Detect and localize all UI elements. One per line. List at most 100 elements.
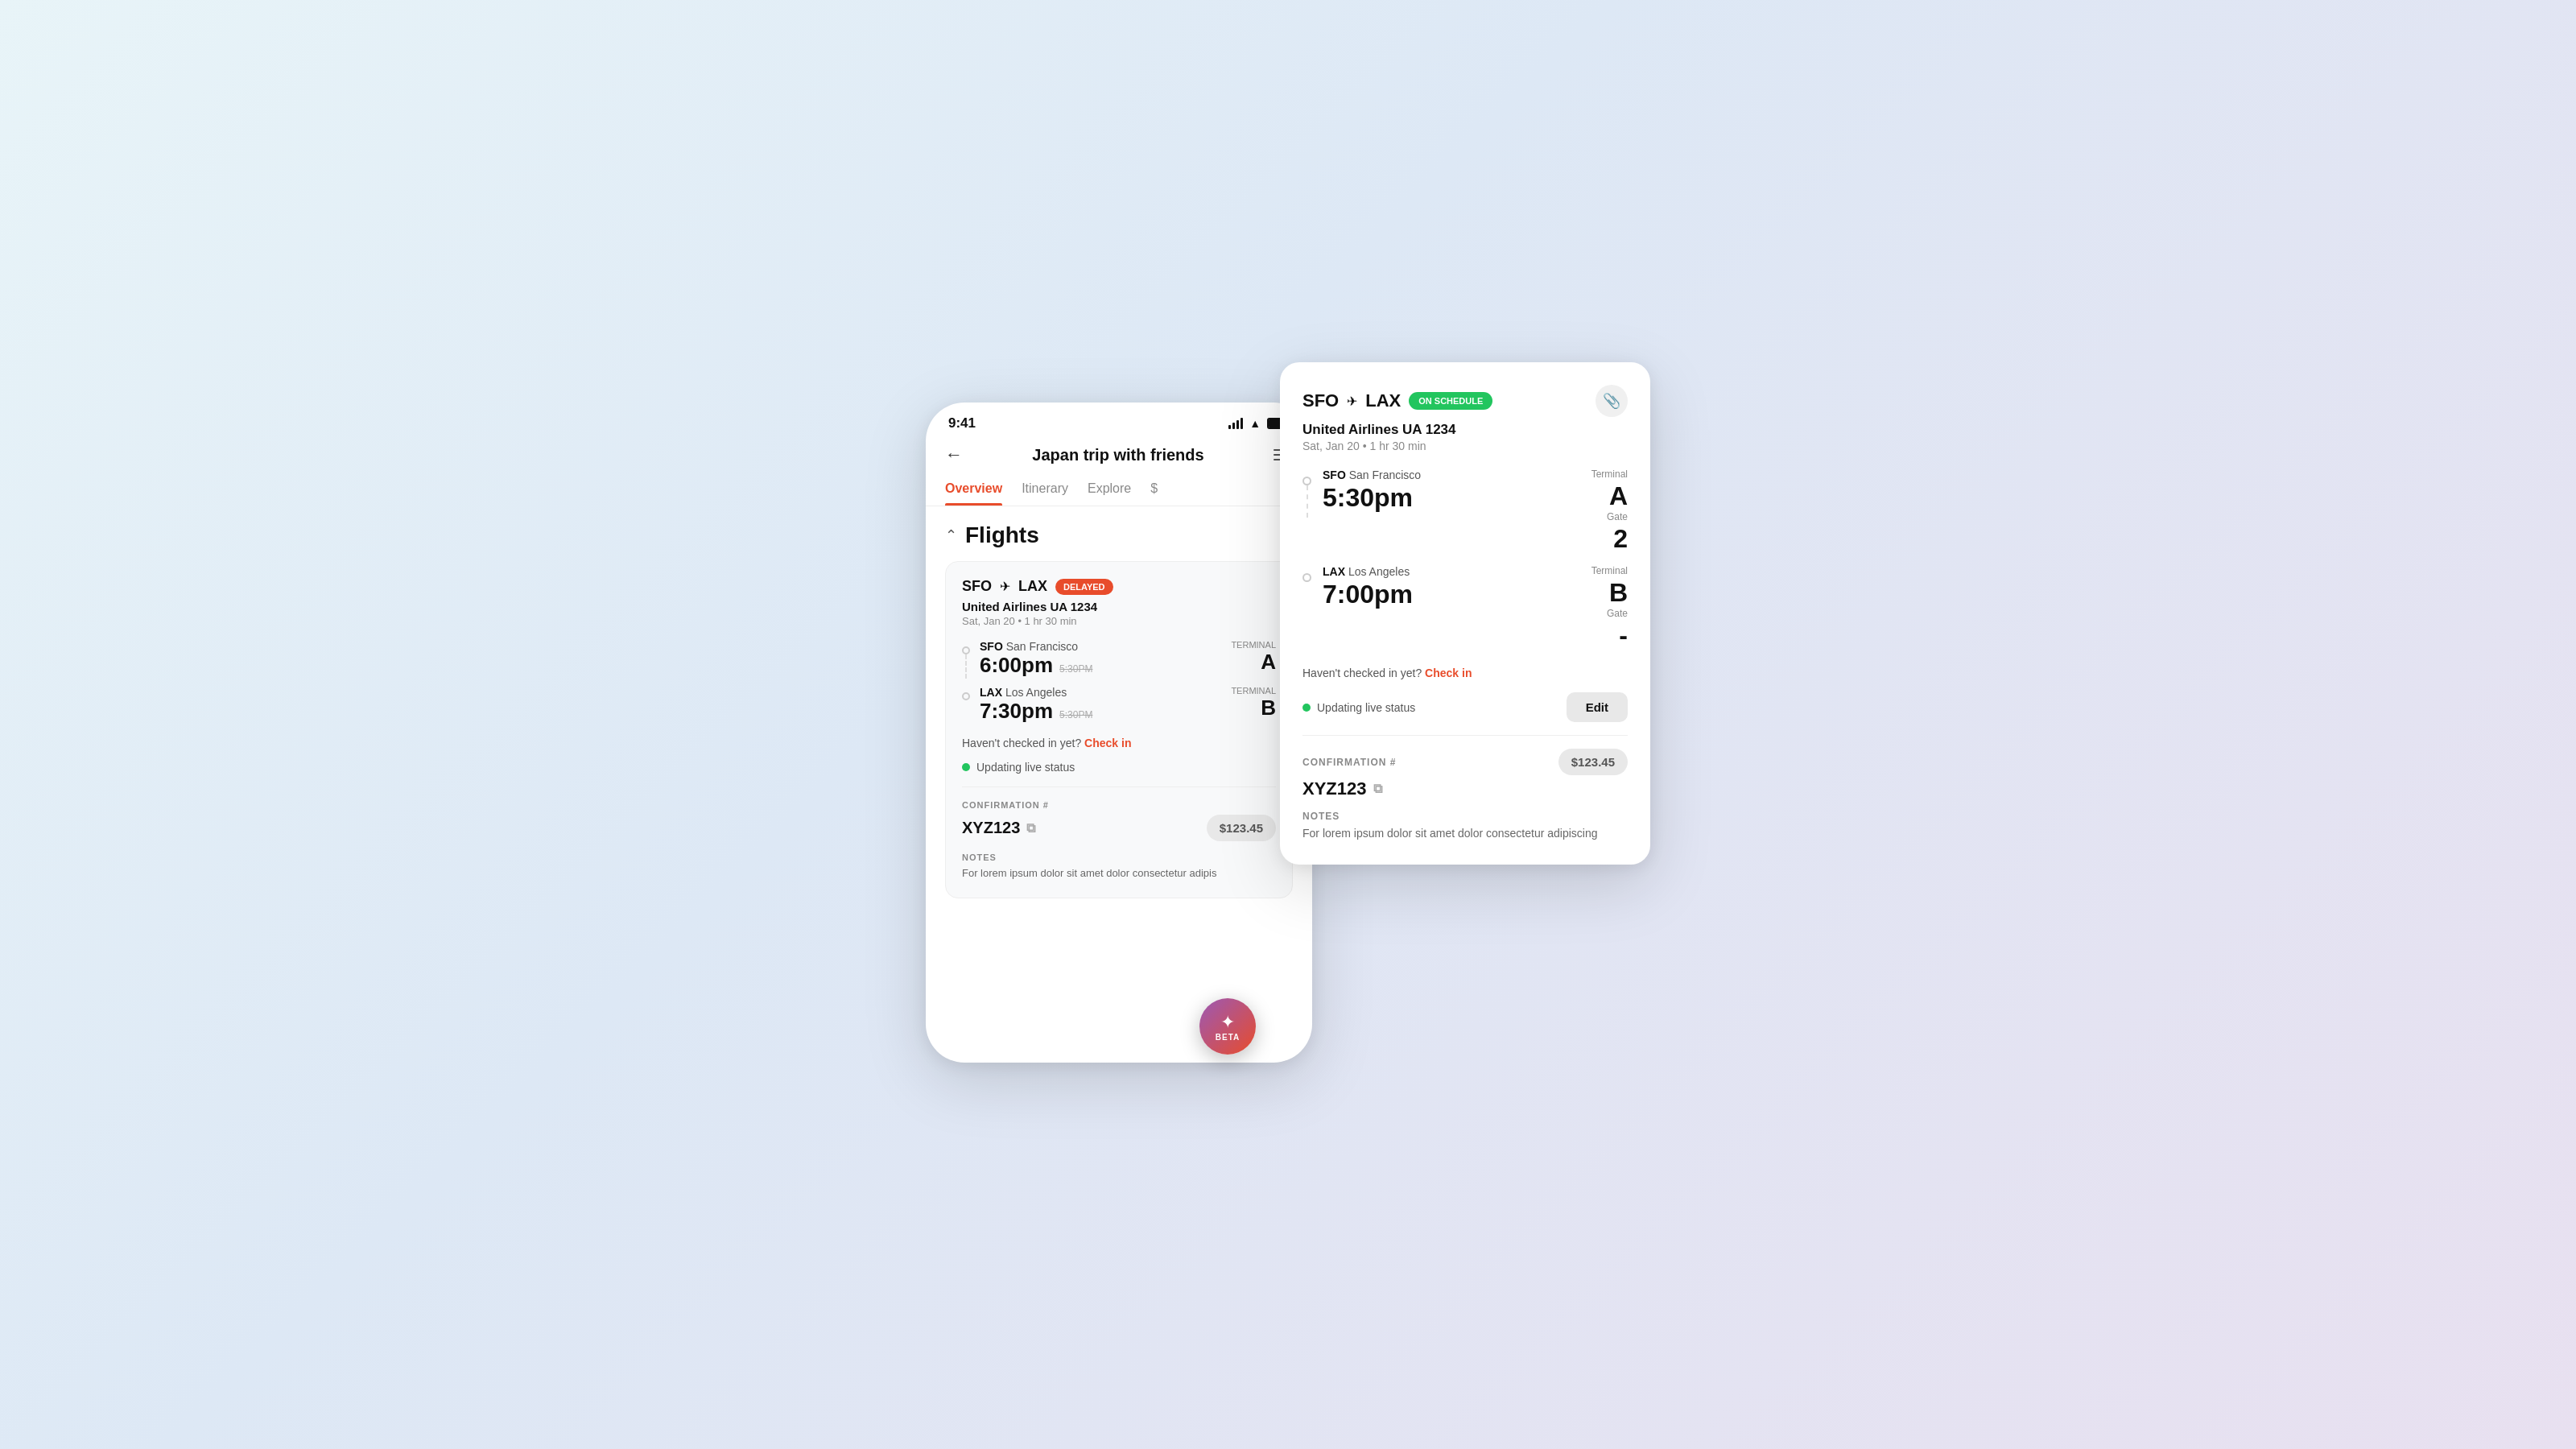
detail-plane-icon: ✈: [1347, 394, 1357, 409]
stop-line: [965, 654, 967, 679]
detail-date: Sat, Jan 20 • 1 hr 30 min: [1302, 440, 1628, 452]
collapse-icon[interactable]: ⌃: [945, 526, 957, 544]
notes-label: NOTES: [962, 852, 1276, 862]
detail-terminal-val: A: [1591, 481, 1628, 511]
detail-conf-label: CONFIRMATION #: [1302, 757, 1396, 768]
departure-row: SFO San Francisco 6:00pm 5:30PM Terminal…: [962, 640, 1276, 678]
detail-live-row: Updating live status Edit: [1302, 692, 1628, 722]
detail-arrival-info: LAX Los Angeles 7:00pm: [1323, 565, 1591, 609]
confirmation-number: XYZ123 ⧉: [962, 819, 1035, 837]
on-schedule-badge: ON SCHEDULE: [1409, 392, 1492, 410]
detail-conf-number: XYZ123 ⧉: [1302, 778, 1628, 799]
detail-card: SFO ✈ LAX ON SCHEDULE 📎 United Airlines …: [1280, 362, 1650, 865]
status-badge: DELAYED: [1055, 579, 1113, 595]
detail-arrival-terminal-val: B: [1591, 578, 1628, 608]
tab-bar: Overview Itinerary Explore $: [926, 475, 1312, 506]
detail-departure-time: 5:30pm: [1323, 483, 1591, 513]
airline-name: United Airlines UA 1234: [962, 600, 1276, 613]
detail-gate-val: 2: [1591, 524, 1628, 554]
detail-divider: [1302, 735, 1628, 736]
status-bar: 9:41 ▲: [926, 402, 1312, 438]
detail-route: SFO ✈ LAX ON SCHEDULE: [1302, 390, 1492, 411]
beta-label: BETA: [1216, 1033, 1240, 1042]
detail-departure-row: SFO San Francisco 5:30pm Terminal A Gate…: [1302, 469, 1628, 554]
detail-copy-icon[interactable]: ⧉: [1373, 782, 1382, 796]
live-status-row: Updating live status: [962, 761, 1276, 774]
signal-icon: [1228, 418, 1243, 429]
tab-itinerary[interactable]: Itinerary: [1022, 475, 1068, 506]
page-title: Japan trip with friends: [1032, 446, 1203, 464]
departure-terminal: Terminal A: [1231, 640, 1276, 675]
detail-live-text: Updating live status: [1317, 701, 1415, 714]
arrival-terminal-value: B: [1231, 696, 1276, 720]
departure-time: 6:00pm: [980, 653, 1053, 678]
departure-original-time: 5:30PM: [1059, 663, 1092, 675]
confirmation-section: CONFIRMATION # XYZ123 ⧉ $123.45: [962, 800, 1276, 841]
tab-explore[interactable]: Explore: [1088, 475, 1131, 506]
check-in-link[interactable]: Check in: [1084, 737, 1131, 749]
arrival-info: LAX Los Angeles 7:30pm 5:30PM: [980, 686, 1231, 724]
departure-dot: [962, 646, 970, 654]
nav-bar: ← Japan trip with friends: [926, 438, 1312, 475]
arrival-time: 7:30pm: [980, 699, 1053, 724]
notes-text: For lorem ipsum dolor sit amet dolor con…: [962, 865, 1276, 881]
flight-card[interactable]: SFO ✈ LAX DELAYED United Airlines UA 123…: [945, 561, 1293, 898]
detail-arrival-label: LAX Los Angeles: [1323, 565, 1591, 578]
detail-arrival-gate-val: -: [1591, 621, 1628, 650]
detail-departure-label: SFO San Francisco: [1323, 469, 1591, 481]
detail-live-status: Updating live status: [1302, 701, 1415, 714]
attach-button[interactable]: 📎: [1596, 385, 1628, 417]
copy-icon[interactable]: ⧉: [1026, 821, 1035, 836]
detail-arrival-row: LAX Los Angeles 7:00pm Terminal B Gate -: [1302, 565, 1628, 650]
check-in-row: Haven't checked in yet? Check in: [962, 737, 1276, 749]
departure-time-row: 6:00pm 5:30PM: [980, 653, 1231, 678]
detail-departure-info: SFO San Francisco 5:30pm: [1323, 469, 1591, 513]
back-button[interactable]: ←: [945, 444, 963, 465]
notes-section: NOTES For lorem ipsum dolor sit amet dol…: [962, 852, 1276, 881]
detail-airline: United Airlines UA 1234: [1302, 422, 1628, 438]
card-divider: [962, 786, 1276, 787]
departure-terminal-value: A: [1231, 650, 1276, 675]
detail-departure-dot: [1302, 477, 1311, 485]
detail-arrival-time: 7:00pm: [1323, 580, 1591, 609]
detail-notes-text: For lorem ipsum dolor sit amet dolor con…: [1302, 825, 1628, 842]
live-status-text: Updating live status: [976, 761, 1075, 774]
edit-button[interactable]: Edit: [1567, 692, 1628, 722]
detail-dest: LAX: [1365, 390, 1401, 411]
confirmation-label: CONFIRMATION #: [962, 800, 1276, 810]
status-time: 9:41: [948, 415, 976, 431]
plane-icon: ✈: [1000, 579, 1010, 594]
detail-stops: SFO San Francisco 5:30pm Terminal A Gate…: [1302, 469, 1628, 650]
departure-label: SFO San Francisco: [980, 640, 1231, 653]
departure-info: SFO San Francisco 6:00pm 5:30PM: [980, 640, 1231, 678]
tab-cost[interactable]: $: [1150, 475, 1158, 506]
origin-code: SFO: [962, 578, 992, 595]
tab-overview[interactable]: Overview: [945, 475, 1002, 506]
arrival-original-time: 5:30PM: [1059, 709, 1092, 720]
attach-icon: 📎: [1603, 392, 1620, 410]
live-status-dot: [962, 763, 970, 771]
detail-check-in-link[interactable]: Check in: [1425, 667, 1472, 679]
detail-header: SFO ✈ LAX ON SCHEDULE 📎: [1302, 385, 1628, 417]
beta-icon: ✦: [1220, 1012, 1235, 1033]
arrival-dot: [962, 692, 970, 700]
flights-section-header: ⌃ Flights: [945, 522, 1293, 548]
beta-button[interactable]: ✦ BETA: [1199, 998, 1256, 1055]
flight-route: SFO ✈ LAX DELAYED: [962, 578, 1276, 595]
flight-stops: SFO San Francisco 6:00pm 5:30PM Terminal…: [962, 640, 1276, 724]
flights-title: Flights: [965, 522, 1039, 548]
arrival-label: LAX Los Angeles: [980, 686, 1231, 699]
arrival-time-row: 7:30pm 5:30PM: [980, 699, 1231, 724]
arrival-terminal: Terminal B: [1231, 686, 1276, 720]
price-badge: $123.45: [1207, 815, 1276, 841]
detail-conf-row: CONFIRMATION # $123.45: [1302, 749, 1628, 775]
detail-notes-label: NOTES: [1302, 811, 1628, 822]
dest-code: LAX: [1018, 578, 1047, 595]
detail-arrival-terminal: Terminal B Gate -: [1591, 565, 1628, 650]
detail-live-dot: [1302, 704, 1311, 712]
main-content: ⌃ Flights SFO ✈ LAX DELAYED United Airli…: [926, 506, 1312, 914]
detail-price-badge: $123.45: [1558, 749, 1628, 775]
detail-stop-line: [1307, 485, 1308, 518]
flight-date: Sat, Jan 20 • 1 hr 30 min: [962, 615, 1276, 627]
detail-origin: SFO: [1302, 390, 1339, 411]
